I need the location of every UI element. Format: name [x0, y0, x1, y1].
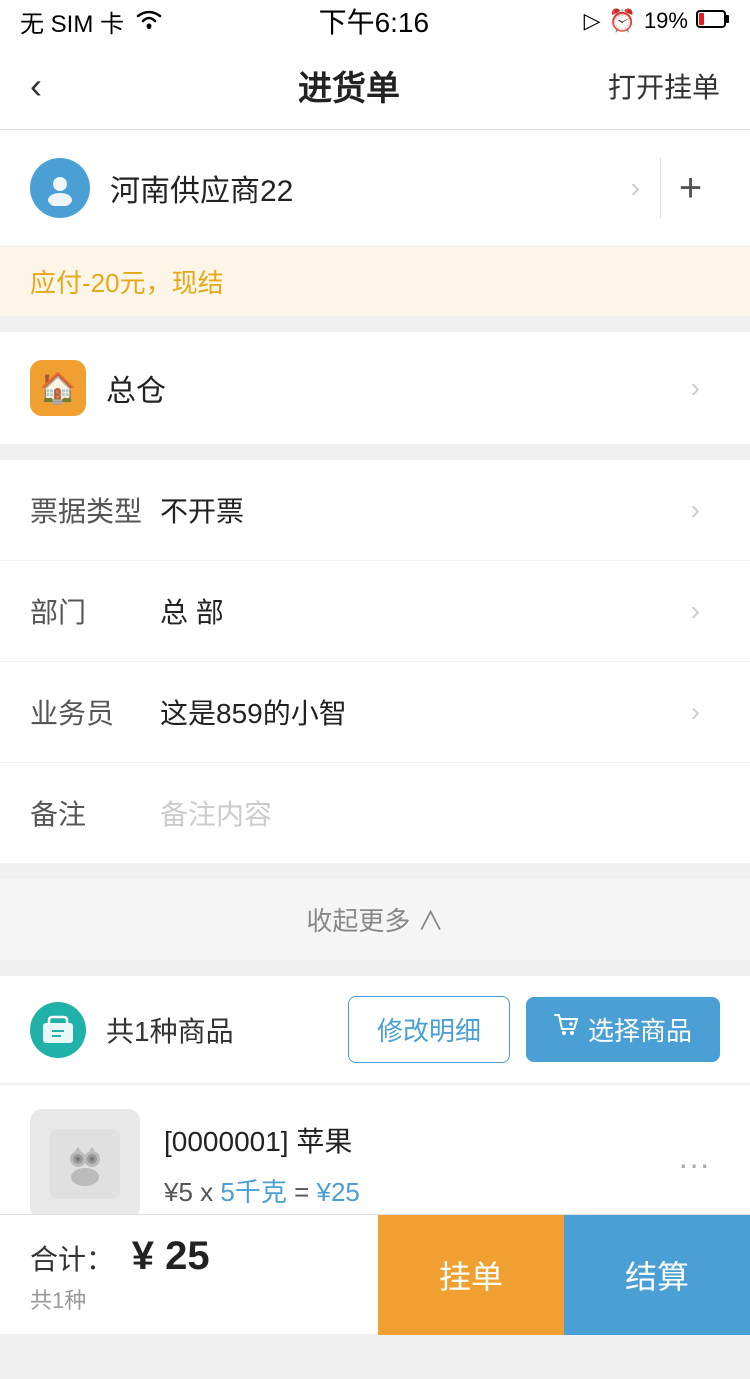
department-label: 部门 — [30, 591, 150, 631]
hang-order-button[interactable]: 挂单 — [378, 1215, 564, 1335]
checkout-button[interactable]: 结算 — [564, 1215, 750, 1335]
cart-icon — [554, 1014, 580, 1045]
product-qty: 5千克 — [220, 1177, 286, 1207]
supplier-chevron-icon: › — [631, 172, 640, 204]
product-equals: = — [294, 1177, 316, 1207]
salesperson-row[interactable]: 业务员 这是859的小智 › — [0, 662, 750, 763]
status-bar: 无 SIM 卡 下午6:16 ▷ ⏰ 19% — [0, 0, 750, 42]
total-section: 合计： ¥ 25 共1种 — [0, 1234, 378, 1315]
remark-row[interactable]: 备注 备注内容 — [0, 763, 750, 863]
product-thumbnail — [30, 1109, 140, 1219]
salesperson-label: 业务员 — [30, 692, 150, 732]
wifi-icon — [134, 7, 164, 36]
product-price: ¥5 x 5千克 = ¥25 — [164, 1172, 668, 1209]
collapse-label: 收起更多 ∧ — [306, 906, 443, 936]
department-value: 总 部 — [160, 591, 691, 631]
select-product-button[interactable]: 选择商品 — [526, 997, 720, 1062]
total-amount: ¥ 25 — [132, 1234, 210, 1278]
product-total: ¥25 — [317, 1177, 360, 1207]
product-info: [0000001] 苹果 ¥5 x 5千克 = ¥25 — [164, 1120, 668, 1209]
product-more-button[interactable]: ··· — [668, 1136, 720, 1193]
collapse-bar[interactable]: 收起更多 ∧ — [0, 879, 750, 960]
location-icon: ▷ — [584, 8, 601, 34]
page-title: 进货单 — [298, 61, 400, 110]
ticket-type-label: 票据类型 — [30, 490, 150, 530]
total-label: 合计： — [30, 1244, 114, 1275]
total-sub: 共1种 — [30, 1283, 348, 1315]
products-icon — [30, 1002, 86, 1058]
products-header: 共1种商品 修改明细 选择商品 — [0, 976, 750, 1084]
info-text: 应付-20元，现结 — [30, 268, 224, 298]
warehouse-chevron-icon: › — [691, 372, 700, 404]
ticket-chevron-icon: › — [691, 494, 700, 526]
open-hang-button[interactable]: 打开挂单 — [608, 66, 720, 106]
product-unit-price: ¥5 x — [164, 1177, 220, 1207]
remark-label: 备注 — [30, 793, 150, 833]
supplier-add-button[interactable]: + — [660, 158, 720, 218]
product-name: [0000001] 苹果 — [164, 1120, 668, 1160]
select-product-label: 选择商品 — [588, 1011, 692, 1048]
sim-label: 无 SIM 卡 — [20, 4, 124, 39]
status-right: ▷ ⏰ 19% — [584, 8, 730, 34]
nav-bar: ‹ 进货单 打开挂单 — [0, 42, 750, 130]
salesperson-chevron-icon: › — [691, 696, 700, 728]
supplier-name: 河南供应商22 — [110, 166, 631, 210]
status-left: 无 SIM 卡 — [20, 4, 164, 39]
ticket-type-row[interactable]: 票据类型 不开票 › — [0, 460, 750, 561]
salesperson-value: 这是859的小智 — [160, 692, 691, 732]
products-section: 共1种商品 修改明细 选择商品 — [0, 976, 750, 1243]
remark-value: 备注内容 — [160, 793, 720, 833]
alarm-icon: ⏰ — [609, 8, 636, 34]
battery-label: 19% — [644, 8, 688, 34]
warehouse-row[interactable]: 🏠 总仓 › — [0, 332, 750, 444]
info-banner: 应付-20元，现结 — [0, 247, 750, 316]
supplier-section: 河南供应商22 › + 应付-20元，现结 — [0, 130, 750, 316]
supplier-row[interactable]: 河南供应商22 › + — [0, 130, 750, 247]
battery-icon — [696, 8, 730, 34]
ticket-type-value: 不开票 — [160, 490, 691, 530]
supplier-avatar — [30, 158, 90, 218]
department-row[interactable]: 部门 总 部 › — [0, 561, 750, 662]
status-time: 下午6:16 — [319, 1, 430, 41]
warehouse-section: 🏠 总仓 › — [0, 332, 750, 444]
bottom-bar: 合计： ¥ 25 共1种 挂单 结算 — [0, 1214, 750, 1334]
warehouse-icon: 🏠 — [30, 360, 86, 416]
warehouse-name: 总仓 — [106, 366, 691, 410]
department-chevron-icon: › — [691, 595, 700, 627]
edit-details-button[interactable]: 修改明细 — [348, 996, 510, 1063]
form-section: 票据类型 不开票 › 部门 总 部 › 业务员 这是859的小智 › 备注 备注… — [0, 460, 750, 863]
products-count: 共1种商品 — [106, 1010, 348, 1050]
back-button[interactable]: ‹ — [30, 65, 90, 107]
